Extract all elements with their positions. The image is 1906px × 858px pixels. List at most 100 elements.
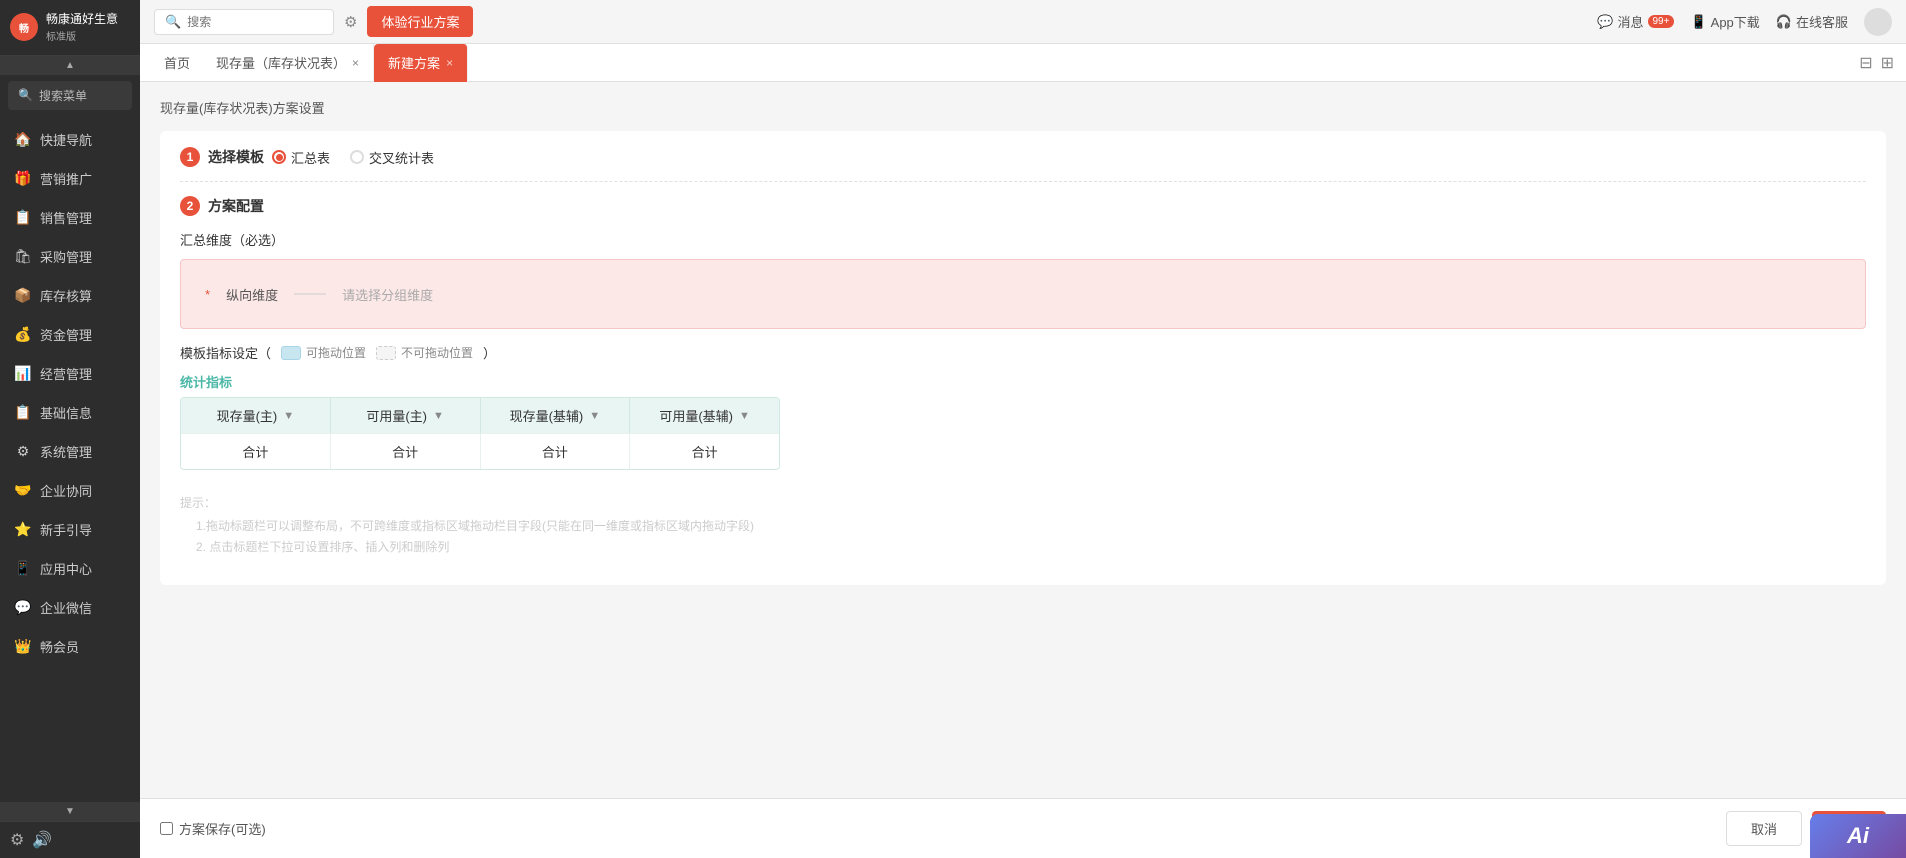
legend-movable: 可拖动位置 [281, 344, 366, 361]
col2-label: 可用量(主) [366, 406, 427, 425]
sidebar-item-label: 企业协同 [40, 481, 92, 500]
online-service-btn[interactable]: 🎧 在线客服 [1776, 12, 1848, 31]
section1-header: 1 选择模板 汇总表 交叉统计表 [180, 147, 1866, 167]
col3-dropdown-icon[interactable]: ▼ [589, 410, 600, 422]
sidebar-item-shortcut[interactable]: 🏠 快捷导航 [0, 120, 140, 159]
wechat-icon: 💬 [14, 598, 32, 616]
indicator-settings: 模板指标设定（ 可拖动位置 不可拖动位置 ） [180, 343, 1866, 362]
tab1-close-icon[interactable]: × [352, 56, 359, 70]
col4-header[interactable]: 可用量(基辅) ▼ [630, 398, 779, 433]
stats-table-row: 合计 合计 合计 合计 [181, 433, 779, 469]
message-label: 消息 [1617, 12, 1643, 31]
radio-cross-circle [350, 150, 364, 164]
sidebar-item-wechat[interactable]: 💬 企业微信 [0, 588, 140, 627]
fixed-label: 不可拖动位置 [401, 344, 473, 361]
tab2-close-icon[interactable]: × [446, 56, 453, 70]
col1-dropdown-icon[interactable]: ▼ [283, 410, 294, 422]
logo-text-block: 畅康通好生意 标准版 [46, 12, 118, 43]
operations-icon: 📊 [14, 364, 32, 382]
section1-title: 选择模板 [208, 147, 264, 167]
ai-label: Ai [1847, 823, 1869, 849]
user-avatar[interactable] [1864, 8, 1892, 36]
scroll-down-btn[interactable]: ▼ [0, 802, 140, 821]
tab-inventory-status[interactable]: 现存量（库存状况表） × [202, 44, 374, 82]
audio-icon[interactable]: 🔊 [32, 830, 52, 850]
search-icon: 🔍 [18, 88, 33, 102]
sidebar-item-marketing[interactable]: 🎁 营销推广 [0, 159, 140, 198]
tab-home[interactable]: 首页 [152, 44, 202, 82]
online-service-label: 在线客服 [1796, 12, 1848, 31]
sidebar-item-contract[interactable]: 🤝 企业协同 [0, 471, 140, 510]
appcenter-icon: 📱 [14, 559, 32, 577]
radio-summary[interactable]: 汇总表 [272, 148, 330, 167]
col3-header[interactable]: 现存量(基辅) ▼ [481, 398, 631, 433]
col4-dropdown-icon[interactable]: ▼ [739, 410, 750, 422]
tab-new-plan[interactable]: 新建方案 × [374, 44, 468, 82]
sidebar-item-basic[interactable]: 📋 基础信息 [0, 393, 140, 432]
system-icon: ⚙ [14, 442, 32, 460]
sidebar-item-label: 库存核算 [40, 286, 92, 305]
scroll-up-btn[interactable]: ▲ [0, 56, 140, 75]
sidebar-item-label: 快捷导航 [40, 130, 92, 149]
shortcut-icon: 🏠 [14, 130, 32, 148]
cell-1-1: 合计 [181, 434, 331, 469]
sales-icon: 📋 [14, 208, 32, 226]
sidebar-nav: 🏠 快捷导航 🎁 营销推广 📋 销售管理 🛍 采购管理 📦 库存核算 💰 资金管… [0, 116, 140, 802]
message-btn[interactable]: 💬 消息 99+ [1597, 12, 1674, 31]
summary-dimension-label: 汇总维度（必选） [180, 230, 1866, 249]
template-options: 汇总表 交叉统计表 [272, 148, 434, 167]
ai-badge[interactable]: Ai [1810, 814, 1906, 858]
member-icon: 👑 [14, 637, 32, 655]
sidebar-item-purchase[interactable]: 🛍 采购管理 [0, 237, 140, 276]
col1-header[interactable]: 现存量(主) ▼ [181, 398, 331, 433]
col2-header[interactable]: 可用量(主) ▼ [331, 398, 481, 433]
page-footer: 方案保存(可选) 取消 查询 [140, 798, 1906, 858]
sidebar-item-operations[interactable]: 📊 经营管理 [0, 354, 140, 393]
app-version: 标准版 [46, 28, 118, 43]
sidebar-item-newbie[interactable]: ⭐ 新手引导 [0, 510, 140, 549]
radio-summary-label: 汇总表 [291, 148, 330, 167]
sidebar-item-system[interactable]: ⚙ 系统管理 [0, 432, 140, 471]
search-input[interactable] [187, 15, 323, 29]
required-mark: * [205, 287, 210, 302]
sidebar-item-inventory[interactable]: 📦 库存核算 [0, 276, 140, 315]
sidebar-item-finance[interactable]: 💰 资金管理 [0, 315, 140, 354]
sidebar-item-label: 企业微信 [40, 598, 92, 617]
radio-cross[interactable]: 交叉统计表 [350, 148, 434, 167]
tab-expand-btn[interactable]: ⊞ [1881, 53, 1894, 73]
contract-icon: 🤝 [14, 481, 32, 499]
sidebar-item-sales[interactable]: 📋 销售管理 [0, 198, 140, 237]
sidebar-item-member[interactable]: 👑 畅会员 [0, 627, 140, 666]
tips-section: 提示： 1.拖动标题栏可以调整布局，不可跨维度或指标区域拖动栏目字段(只能在同一… [180, 484, 1866, 569]
inventory-icon: 📦 [14, 286, 32, 304]
dimension-placeholder: 请选择分组维度 [342, 285, 433, 304]
sidebar: 畅 畅康通好生意 标准版 ▲ 🔍 搜索菜单 🏠 快捷导航 🎁 营销推广 📋 销售… [0, 0, 140, 858]
fixed-box [376, 346, 396, 360]
topbar-search-box[interactable]: 🔍 [154, 9, 334, 35]
col1-label: 现存量(主) [217, 406, 278, 425]
trial-btn[interactable]: 体验行业方案 [367, 6, 473, 37]
section2-title: 方案配置 [208, 196, 264, 216]
tab-collapse-btn[interactable]: ⊟ [1859, 53, 1872, 73]
message-icon: 💬 [1597, 14, 1613, 30]
search-label: 搜索菜单 [39, 87, 87, 104]
tab1-label: 现存量（库存状况表） [216, 53, 346, 72]
sidebar-item-label: 新手引导 [40, 520, 92, 539]
dimension-dash: —— [294, 285, 326, 303]
sidebar-item-appcenter[interactable]: 📱 应用中心 [0, 549, 140, 588]
col2-dropdown-icon[interactable]: ▼ [433, 410, 444, 422]
app-download-btn[interactable]: 📱 App下载 [1690, 12, 1759, 31]
sidebar-search[interactable]: 🔍 搜索菜单 [8, 81, 132, 110]
cancel-button[interactable]: 取消 [1726, 811, 1802, 846]
settings-icon[interactable]: ⚙ [10, 830, 24, 850]
sidebar-item-label: 基础信息 [40, 403, 92, 422]
dimension-label: 纵向维度 [226, 285, 278, 304]
col4-label: 可用量(基辅) [659, 406, 733, 425]
page-title: 现存量(库存状况表)方案设置 [160, 98, 1886, 117]
save-option[interactable]: 方案保存(可选) [160, 819, 266, 838]
movable-label: 可拖动位置 [306, 344, 366, 361]
save-checkbox[interactable] [160, 822, 173, 835]
sidebar-item-label: 营销推广 [40, 169, 92, 188]
gear-icon[interactable]: ⚙ [344, 13, 357, 31]
app-download-label: App下载 [1711, 12, 1760, 31]
